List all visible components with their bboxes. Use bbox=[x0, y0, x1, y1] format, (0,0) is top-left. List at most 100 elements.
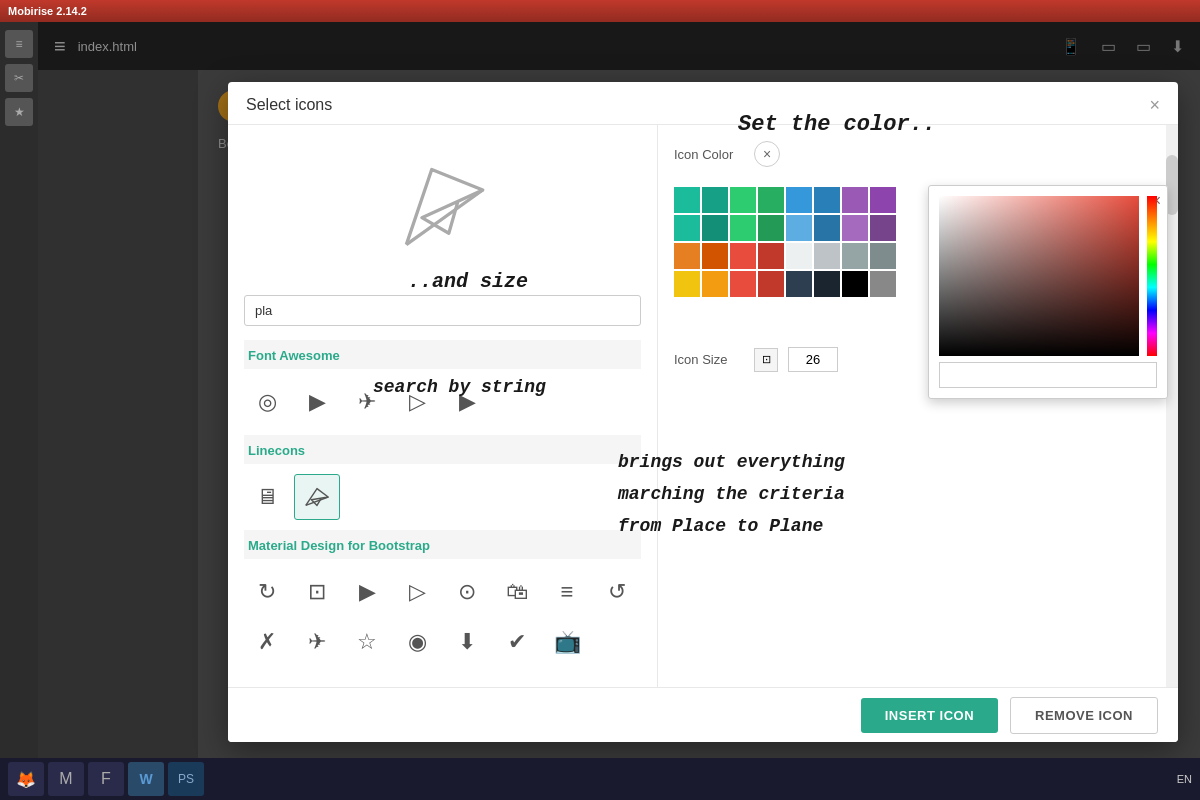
swatch-red-4[interactable] bbox=[758, 271, 784, 297]
taskbar-word[interactable]: W bbox=[128, 762, 164, 796]
modal-footer: INSERT ICON REMOVE ICON bbox=[228, 687, 1178, 742]
size-input[interactable] bbox=[788, 347, 838, 372]
icon-play-circle-outline[interactable]: ▷ bbox=[394, 569, 440, 615]
swatch-light-1[interactable] bbox=[786, 243, 812, 269]
taskbar: 🦊 M F W PS EN bbox=[0, 758, 1200, 800]
swatch-yellow-1[interactable] bbox=[674, 271, 700, 297]
size-icon-toggle[interactable]: ⊡ bbox=[754, 348, 778, 372]
sidebar-icon-star[interactable]: ★ bbox=[5, 98, 33, 126]
taskbar-firefox[interactable]: 🦊 bbox=[8, 762, 44, 796]
swatch-green-1[interactable] bbox=[730, 187, 756, 213]
swatch-teal-1[interactable] bbox=[674, 187, 700, 213]
icon-plane[interactable]: ✈ bbox=[344, 379, 390, 425]
swatch-green-2[interactable] bbox=[758, 187, 784, 213]
icon-color-row: Icon Color × bbox=[674, 141, 1162, 167]
icon-paper-plane-selected[interactable] bbox=[294, 474, 340, 520]
modal-left-panel: Font Awesome ◎ ▶ ✈ ▷ ▶ Linecons bbox=[228, 125, 658, 730]
remove-icon-button[interactable]: REMOVE ICON bbox=[1010, 697, 1158, 734]
swatch-dark-2[interactable] bbox=[814, 271, 840, 297]
icon-airplanemode-off[interactable]: ✗ bbox=[244, 619, 290, 665]
icon-play-circle[interactable]: ◎ bbox=[244, 379, 290, 425]
search-wrapper bbox=[244, 295, 641, 326]
font-awesome-icons: ◎ ▶ ✈ ▷ ▶ bbox=[244, 375, 641, 435]
swatch-purple-4[interactable] bbox=[870, 215, 896, 241]
swatch-red-3[interactable] bbox=[730, 271, 756, 297]
preview-icon bbox=[372, 133, 512, 288]
swatch-blue-1[interactable] bbox=[786, 187, 812, 213]
color-picker-popup: × bbox=[928, 185, 1168, 399]
swatch-black[interactable] bbox=[842, 271, 868, 297]
taskbar-filezilla[interactable]: F bbox=[88, 762, 124, 796]
modal-right-panel: Icon Color × bbox=[658, 125, 1178, 730]
modal-overlay: Select icons × bbox=[38, 22, 1200, 800]
icon-size-label: Icon Size bbox=[674, 352, 744, 367]
swatch-mid-gray[interactable] bbox=[870, 271, 896, 297]
swatch-green-4[interactable] bbox=[758, 215, 784, 241]
title-bar-text: Mobirise 2.14.2 bbox=[8, 5, 87, 17]
select-icons-modal: Select icons × bbox=[228, 82, 1178, 742]
icon-replay[interactable]: ↺ bbox=[594, 569, 640, 615]
swatch-dark-1[interactable] bbox=[786, 271, 812, 297]
hex-color-input[interactable] bbox=[939, 362, 1157, 388]
modal-close-button[interactable]: × bbox=[1149, 96, 1160, 114]
icon-stars[interactable]: ☆ bbox=[344, 619, 390, 665]
color-gradient-box[interactable] bbox=[939, 196, 1139, 356]
linecons-icons: 🖥 bbox=[244, 470, 641, 530]
swatch-red-1[interactable] bbox=[730, 243, 756, 269]
icon-shop[interactable]: 🛍 bbox=[494, 569, 540, 615]
icon-playlist-add-check[interactable]: ✔ bbox=[494, 619, 540, 665]
swatch-blue-2[interactable] bbox=[814, 187, 840, 213]
swatch-orange-2[interactable] bbox=[702, 243, 728, 269]
icon-place[interactable]: ◉ bbox=[394, 619, 440, 665]
icon-cast[interactable]: 📺 bbox=[544, 619, 590, 665]
sidebar-icon-clip[interactable]: ✂ bbox=[5, 64, 33, 92]
icon-shop-two[interactable]: ⬇ bbox=[444, 619, 490, 665]
section-font-awesome: Font Awesome bbox=[244, 340, 641, 369]
icon-play-arrow[interactable]: ▶ bbox=[344, 569, 390, 615]
icon-airplanemode-on[interactable]: ✈ bbox=[294, 619, 340, 665]
icon-refresh[interactable]: ↻ bbox=[244, 569, 290, 615]
modal-title: Select icons bbox=[246, 96, 332, 114]
taskbar-locale: EN bbox=[1177, 773, 1192, 785]
search-input[interactable] bbox=[244, 295, 641, 326]
icon-play-fill[interactable]: ▶ bbox=[294, 379, 340, 425]
taskbar-photoshop[interactable]: PS bbox=[168, 762, 204, 796]
swatch-teal-3[interactable] bbox=[674, 215, 700, 241]
icon-play-circle-2[interactable]: ▷ bbox=[394, 379, 440, 425]
left-sidebar: ≡ ✂ ★ bbox=[0, 22, 38, 800]
swatch-light-2[interactable] bbox=[814, 243, 840, 269]
swatch-red-2[interactable] bbox=[758, 243, 784, 269]
swatch-gray-1[interactable] bbox=[842, 243, 868, 269]
icon-brightness[interactable]: ⊡ bbox=[294, 569, 340, 615]
insert-icon-button[interactable]: INSERT ICON bbox=[861, 698, 998, 733]
swatch-teal-4[interactable] bbox=[702, 215, 728, 241]
section-linecons: Linecons bbox=[244, 435, 641, 464]
swatch-purple-1[interactable] bbox=[842, 187, 868, 213]
icons-scroll-area[interactable]: Font Awesome ◎ ▶ ✈ ▷ ▶ Linecons bbox=[244, 340, 641, 714]
swatch-blue-3[interactable] bbox=[786, 215, 812, 241]
swatch-gray-2[interactable] bbox=[870, 243, 896, 269]
swatch-green-3[interactable] bbox=[730, 215, 756, 241]
svg-line-0 bbox=[397, 189, 491, 244]
material-design-icons: ↻ ⊡ ▶ ▷ ⊙ 🛍 ≡ ↺ ✗ ✈ ☆ ◉ ⬇ bbox=[244, 565, 641, 675]
color-hue-bar[interactable] bbox=[1147, 196, 1157, 356]
taskbar-mobirise[interactable]: M bbox=[48, 762, 84, 796]
icon-preview-area bbox=[244, 141, 641, 281]
icon-desktop[interactable]: 🖥 bbox=[244, 474, 290, 520]
icon-play-circle-filled[interactable]: ⊙ bbox=[444, 569, 490, 615]
section-material-design: Material Design for Bootstrap bbox=[244, 530, 641, 559]
app-area: ≡ index.html 📱 ▭ ▭ ⬇ Bootstrap is the mo… bbox=[38, 22, 1200, 800]
sidebar-icon-menu[interactable]: ≡ bbox=[5, 30, 33, 58]
title-bar: Mobirise 2.14.2 bbox=[0, 0, 1200, 22]
swatch-yellow-2[interactable] bbox=[702, 271, 728, 297]
modal-body: Font Awesome ◎ ▶ ✈ ▷ ▶ Linecons bbox=[228, 125, 1178, 730]
swatch-teal-2[interactable] bbox=[702, 187, 728, 213]
color-close-button[interactable]: × bbox=[754, 141, 780, 167]
swatch-orange-1[interactable] bbox=[674, 243, 700, 269]
icon-play-square[interactable]: ▶ bbox=[444, 379, 490, 425]
icon-color-label: Icon Color bbox=[674, 147, 744, 162]
icon-playlist[interactable]: ≡ bbox=[544, 569, 590, 615]
swatch-blue-4[interactable] bbox=[814, 215, 840, 241]
swatch-purple-2[interactable] bbox=[870, 187, 896, 213]
swatch-purple-3[interactable] bbox=[842, 215, 868, 241]
